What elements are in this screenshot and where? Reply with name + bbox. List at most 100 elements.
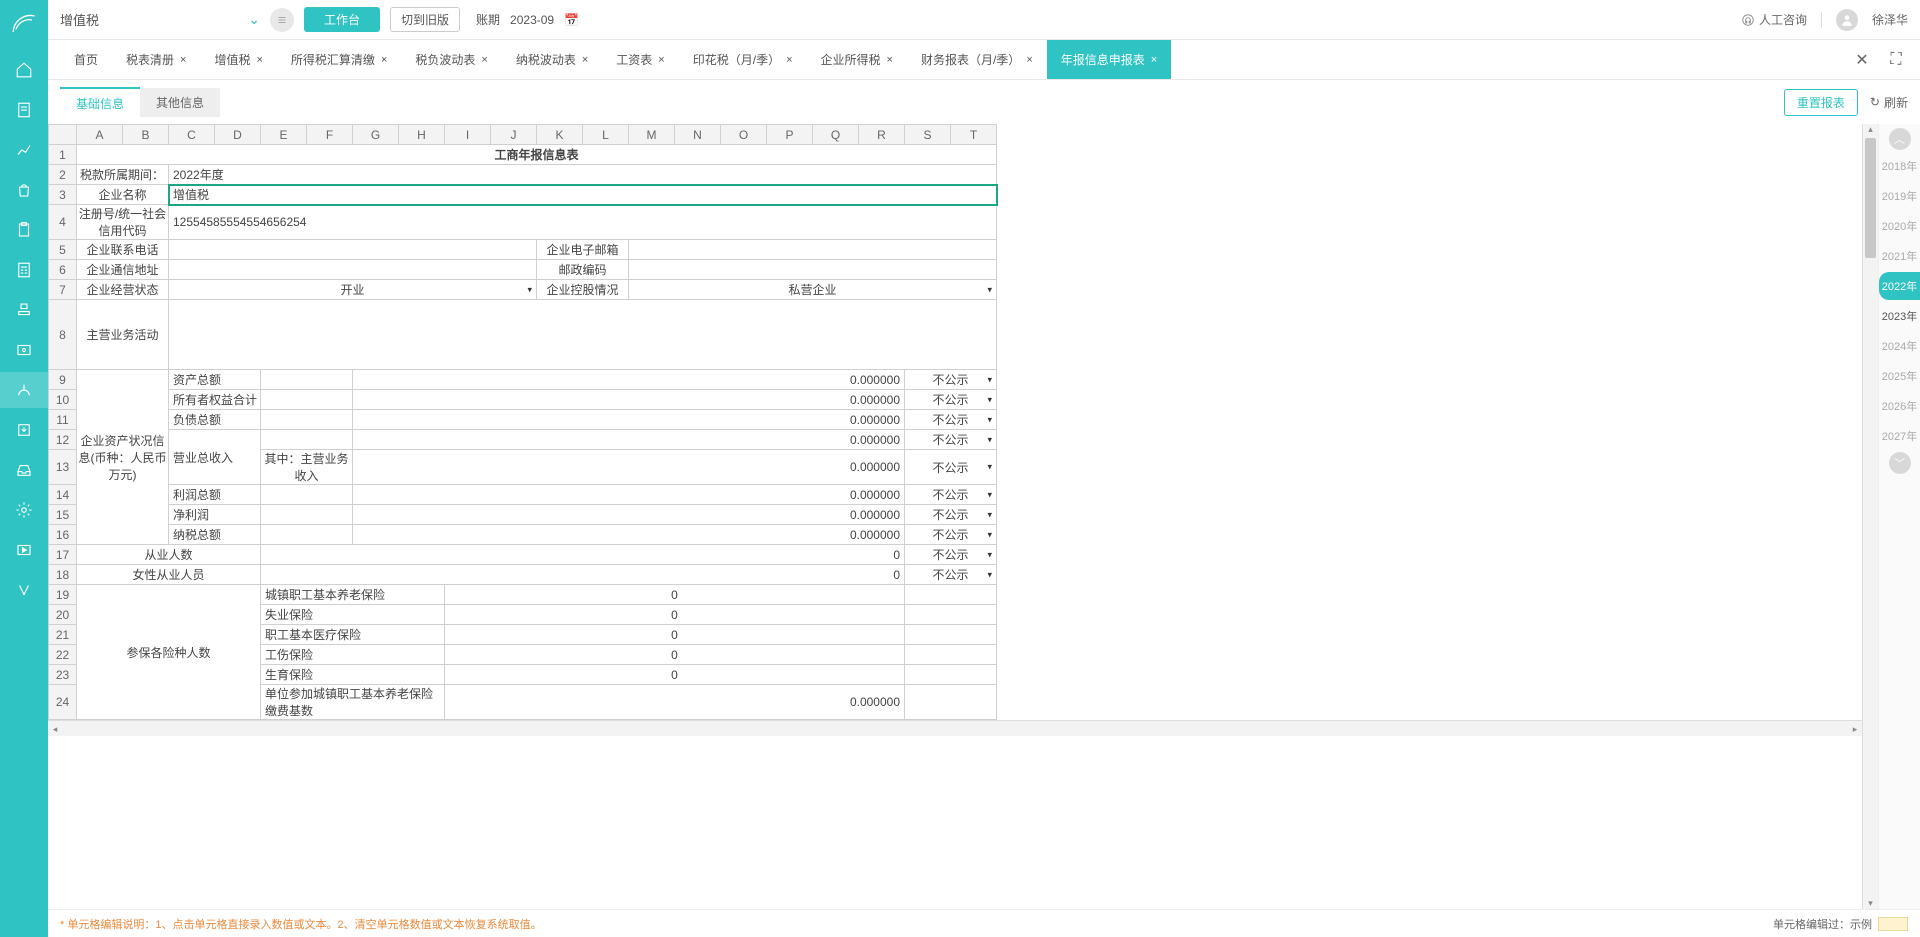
year-nav-up-button[interactable]: ︿ — [1889, 128, 1911, 150]
column-header[interactable]: L — [583, 125, 629, 145]
spreadsheet[interactable]: ABCDEFGHIJKLMNOPQRST1工商年报信息表2税款所属期间：2022… — [48, 124, 1862, 909]
nav-clipboard-icon[interactable] — [0, 212, 48, 248]
cell-value[interactable]: 0 — [261, 545, 905, 565]
year-item[interactable]: 2027年 — [1879, 422, 1920, 450]
nav-bag-icon[interactable] — [0, 172, 48, 208]
column-header[interactable]: Q — [813, 125, 859, 145]
close-icon[interactable]: × — [481, 54, 487, 66]
tab[interactable]: 工资表× — [602, 40, 678, 80]
row-header[interactable]: 4 — [49, 205, 77, 240]
cell-value[interactable]: 0.000000 — [353, 505, 905, 525]
year-item[interactable]: 2021年 — [1879, 242, 1920, 270]
cell-value[interactable] — [629, 240, 997, 260]
switch-old-button[interactable]: 切到旧版 — [390, 7, 460, 32]
holding-select[interactable]: 私营企业 — [629, 280, 997, 300]
year-item[interactable]: 2022年 — [1879, 272, 1920, 300]
tab[interactable]: 印花税（月/季）× — [679, 40, 807, 80]
publish-select[interactable]: 不公示 — [905, 545, 997, 565]
cell-value[interactable]: 0.000000 — [353, 485, 905, 505]
user-name[interactable]: 徐泽华 — [1872, 11, 1908, 28]
row-header[interactable]: 22 — [49, 645, 77, 665]
cell-value[interactable]: 0 — [445, 645, 905, 665]
row-header[interactable]: 5 — [49, 240, 77, 260]
row-header[interactable]: 3 — [49, 185, 77, 205]
calendar-icon[interactable]: 📅 — [564, 13, 579, 27]
avatar[interactable] — [1836, 9, 1858, 31]
close-icon[interactable]: × — [1026, 54, 1032, 66]
column-header[interactable]: C — [169, 125, 215, 145]
tab[interactable]: 税表清册× — [112, 40, 200, 80]
nav-doc-icon[interactable] — [0, 92, 48, 128]
column-header[interactable]: D — [215, 125, 261, 145]
close-icon[interactable]: × — [180, 54, 186, 66]
row-header[interactable]: 24 — [49, 685, 77, 720]
cell-value[interactable]: 0.000000 — [353, 390, 905, 410]
cell-value[interactable] — [629, 260, 997, 280]
nav-money-icon[interactable] — [0, 332, 48, 368]
column-header[interactable]: M — [629, 125, 675, 145]
nav-home-icon[interactable] — [0, 52, 48, 88]
row-header[interactable]: 23 — [49, 665, 77, 685]
subtab-basic[interactable]: 基础信息 — [60, 87, 140, 118]
cell-value[interactable] — [169, 260, 537, 280]
nav-report-icon[interactable] — [0, 372, 48, 408]
tab[interactable]: 年报信息申报表× — [1047, 40, 1171, 80]
close-all-tabs-button[interactable]: ✕ — [1850, 48, 1874, 72]
row-header[interactable]: 1 — [49, 145, 77, 165]
cell-value[interactable]: 0 — [445, 585, 905, 605]
cell-value[interactable] — [169, 300, 997, 370]
row-header[interactable]: 16 — [49, 525, 77, 545]
row-header[interactable]: 17 — [49, 545, 77, 565]
column-header[interactable]: A — [77, 125, 123, 145]
column-header[interactable]: B — [123, 125, 169, 145]
nav-video-icon[interactable] — [0, 532, 48, 568]
close-icon[interactable]: × — [381, 54, 387, 66]
cell-value[interactable]: 0.000000 — [353, 370, 905, 390]
cell-value[interactable]: 0.000000 — [353, 410, 905, 430]
nav-export-icon[interactable] — [0, 412, 48, 448]
column-header[interactable]: T — [951, 125, 997, 145]
year-item[interactable]: 2024年 — [1879, 332, 1920, 360]
year-item[interactable]: 2019年 — [1879, 182, 1920, 210]
horizontal-scrollbar[interactable]: ◂▸ — [48, 720, 1862, 736]
year-nav-down-button[interactable]: ﹀ — [1889, 452, 1911, 474]
year-item[interactable]: 2018年 — [1879, 152, 1920, 180]
row-header[interactable]: 7 — [49, 280, 77, 300]
publish-select[interactable]: 不公示 — [905, 430, 997, 450]
year-item[interactable]: 2023年 — [1879, 302, 1920, 330]
cell-value[interactable]: 0.000000 — [445, 685, 905, 720]
column-header[interactable]: R — [859, 125, 905, 145]
cell-value[interactable]: 0.000000 — [353, 430, 905, 450]
tab[interactable]: 增值税× — [200, 40, 276, 80]
column-header[interactable]: N — [675, 125, 721, 145]
reset-report-button[interactable]: 重置报表 — [1784, 89, 1858, 116]
row-header[interactable]: 8 — [49, 300, 77, 370]
column-header[interactable]: H — [399, 125, 445, 145]
column-header[interactable]: G — [353, 125, 399, 145]
year-item[interactable]: 2026年 — [1879, 392, 1920, 420]
column-header[interactable]: O — [721, 125, 767, 145]
row-header[interactable]: 21 — [49, 625, 77, 645]
tab[interactable]: 财务报表（月/季）× — [907, 40, 1047, 80]
cell-value[interactable] — [169, 240, 537, 260]
column-header[interactable]: J — [491, 125, 537, 145]
publish-select[interactable]: 不公示 — [905, 410, 997, 430]
column-header[interactable]: F — [307, 125, 353, 145]
row-header[interactable]: 20 — [49, 605, 77, 625]
year-item[interactable]: 2020年 — [1879, 212, 1920, 240]
consult-link[interactable]: 人工咨询 — [1741, 11, 1807, 28]
workbench-button[interactable]: 工作台 — [304, 7, 380, 32]
column-header[interactable]: P — [767, 125, 813, 145]
publish-select[interactable]: 不公示 — [905, 525, 997, 545]
row-header[interactable]: 14 — [49, 485, 77, 505]
cell-value[interactable]: 0 — [445, 605, 905, 625]
scrollbar-thumb[interactable] — [1865, 138, 1876, 258]
row-header[interactable]: 11 — [49, 410, 77, 430]
vertical-scrollbar[interactable]: ▴ ▾ — [1862, 124, 1878, 909]
nav-inbox-icon[interactable] — [0, 452, 48, 488]
nav-calc-icon[interactable] — [0, 252, 48, 288]
column-header[interactable]: K — [537, 125, 583, 145]
cell-value[interactable]: 0 — [261, 565, 905, 585]
row-header[interactable]: 6 — [49, 260, 77, 280]
publish-select[interactable]: 不公示 — [905, 565, 997, 585]
